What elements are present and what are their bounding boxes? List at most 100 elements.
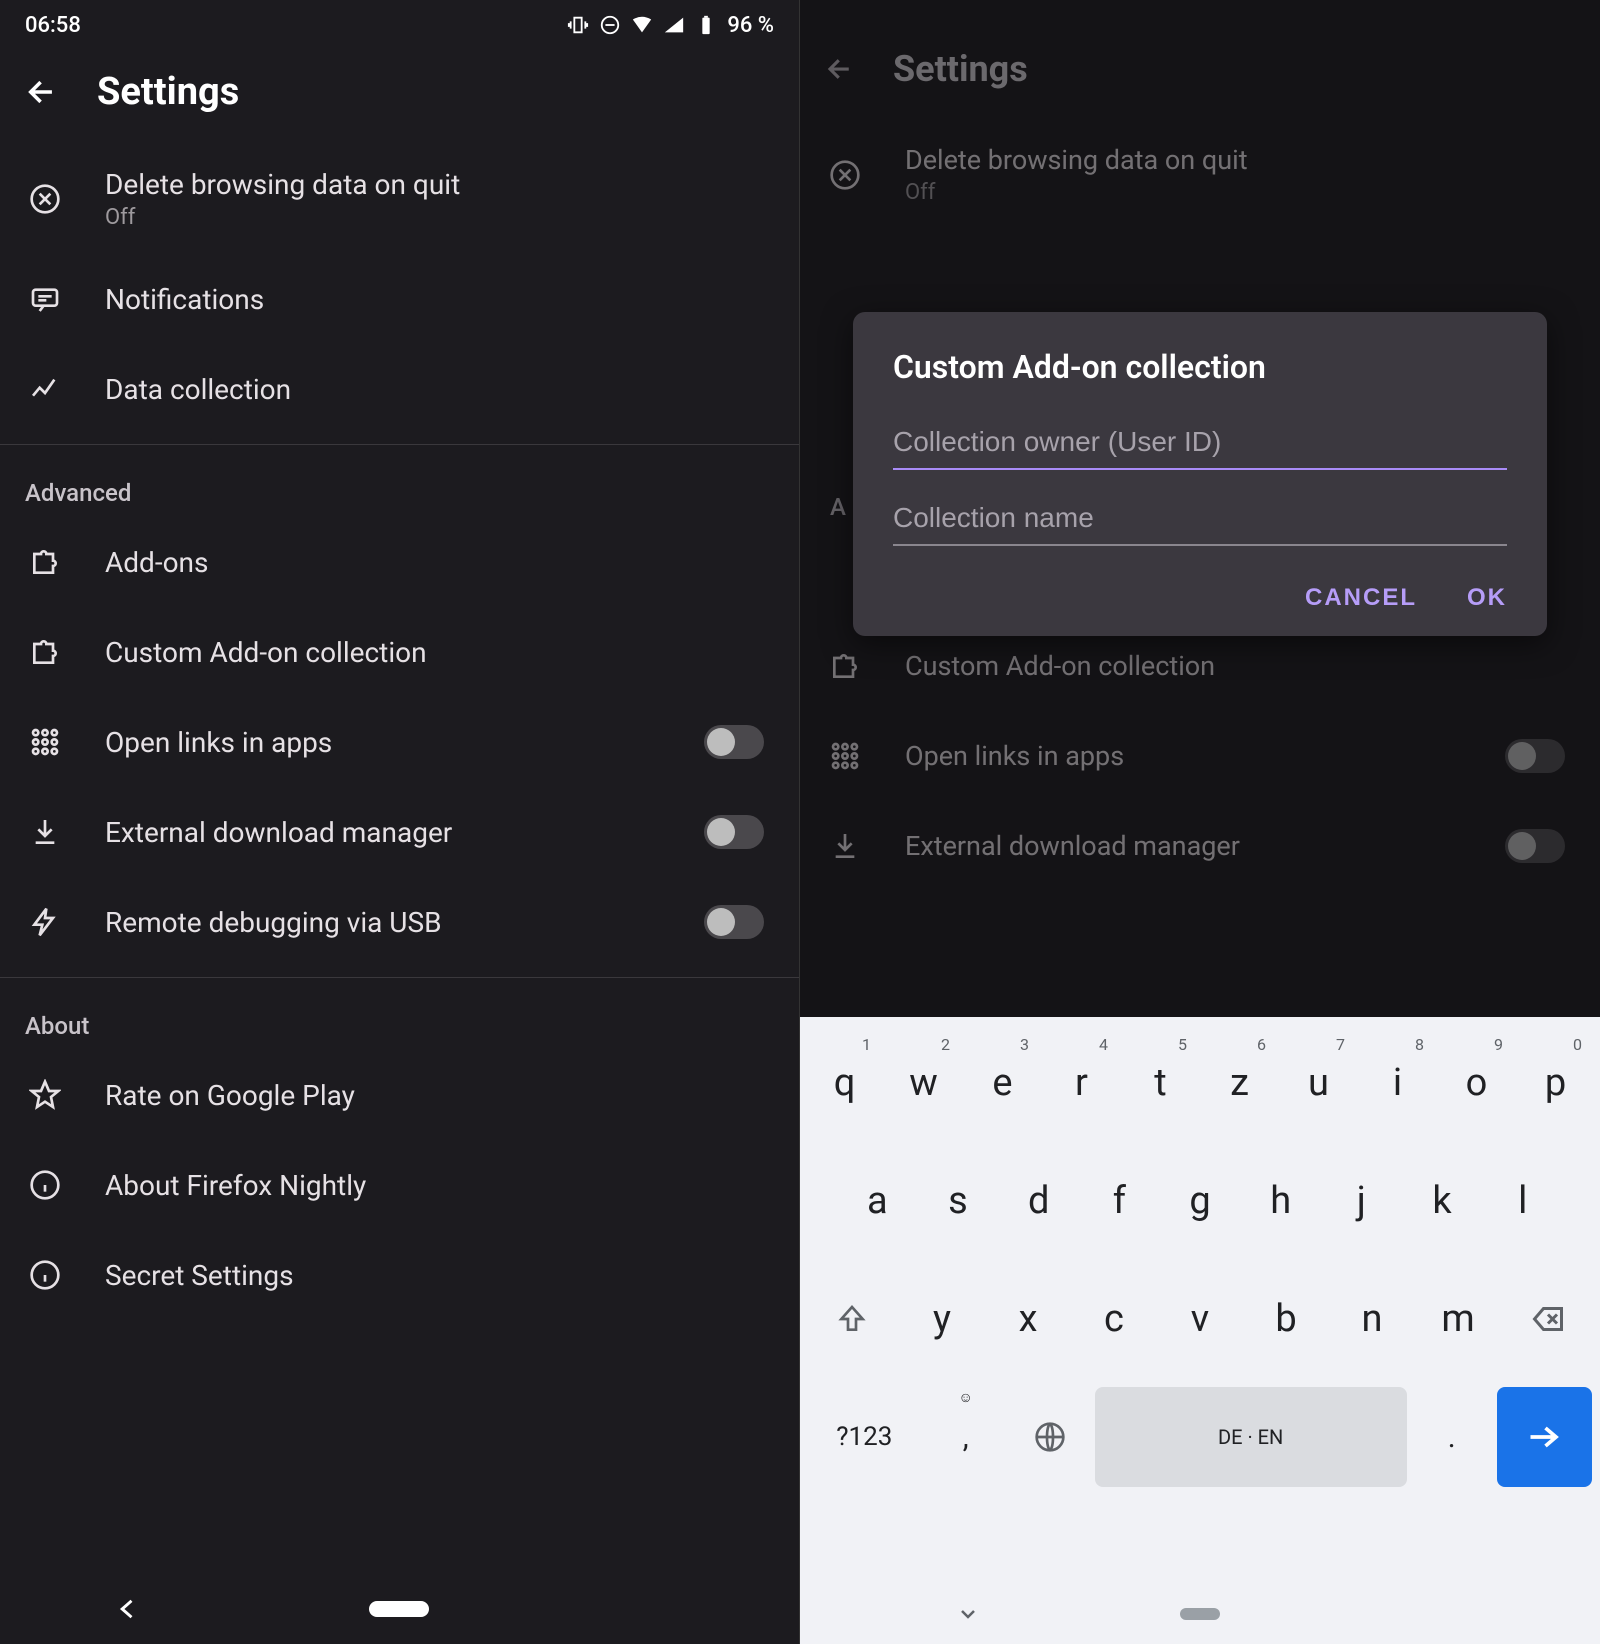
enter-icon [1526,1419,1562,1455]
key-p[interactable]: p0 [1519,1033,1592,1133]
vibrate-icon [567,14,589,36]
external-download-toggle[interactable] [1505,829,1565,863]
key-space[interactable]: DE · EN [1095,1387,1407,1487]
status-time: 06:58 [25,13,81,38]
collapse-kb-icon[interactable] [956,1602,980,1626]
shift-icon [836,1303,868,1335]
kb-row-2: asdfghjkl [808,1151,1592,1251]
key-a[interactable]: a [840,1151,915,1251]
page-title: Settings [893,48,1028,90]
signal-icon [663,14,685,36]
key-t[interactable]: t5 [1124,1033,1197,1133]
key-n[interactable]: n [1332,1269,1412,1369]
download-icon [829,830,861,862]
item-label: Open links in apps [105,726,664,759]
key-h[interactable]: h [1243,1151,1318,1251]
key-i[interactable]: i8 [1361,1033,1434,1133]
back-icon[interactable] [825,54,855,84]
kb-system-bar [800,1584,1600,1644]
lightning-icon [29,906,61,938]
key-m[interactable]: m [1418,1269,1498,1369]
custom-addon-collection-item[interactable]: Custom Add-on collection [0,607,799,697]
secret-settings-item[interactable]: Secret Settings [0,1230,799,1320]
wifi-icon [631,14,653,36]
external-download-item[interactable]: External download manager [800,801,1600,891]
key-e[interactable]: e3 [966,1033,1039,1133]
item-label: External download manager [105,816,664,849]
item-label: Rate on Google Play [105,1079,774,1112]
key-q[interactable]: q1 [808,1033,881,1133]
puzzle-icon [29,636,61,668]
key-b[interactable]: b [1246,1269,1326,1369]
kb-row-3: yxcvbnm [808,1269,1592,1369]
key-symbols[interactable]: ?123 [808,1387,921,1487]
item-label: Custom Add-on collection [905,650,1575,682]
key-x[interactable]: x [988,1269,1068,1369]
key-r[interactable]: r4 [1045,1033,1118,1133]
grid-icon [29,726,61,758]
open-links-item[interactable]: Open links in apps [0,697,799,787]
nav-home[interactable] [1180,1608,1220,1620]
collection-owner-input[interactable] [893,416,1507,470]
key-k[interactable]: k [1405,1151,1480,1251]
key-comma[interactable]: ☺, [927,1387,1005,1487]
key-backspace[interactable] [1504,1269,1592,1369]
key-globe[interactable] [1011,1387,1089,1487]
collection-name-input[interactable] [893,492,1507,546]
remote-debug-item[interactable]: Remote debugging via USB [0,877,799,967]
notifications-item[interactable]: Notifications [0,254,799,344]
ok-button[interactable]: OK [1467,584,1507,612]
key-y[interactable]: y [902,1269,982,1369]
back-icon[interactable] [25,75,59,109]
rate-item[interactable]: Rate on Google Play [0,1050,799,1140]
open-links-toggle[interactable] [1505,739,1565,773]
battery-percent: 96 % [727,13,774,38]
data-collection-item[interactable]: Data collection [0,344,799,434]
puzzle-icon [29,546,61,578]
item-label: External download manager [905,830,1465,862]
external-download-item[interactable]: External download manager [0,787,799,877]
section-about: About [0,988,799,1050]
key-enter[interactable] [1497,1387,1592,1487]
delete-browsing-data-item[interactable]: Delete browsing data on quit Off [0,144,799,254]
remote-debug-toggle[interactable] [704,905,764,939]
addons-item[interactable]: Add-ons [0,517,799,607]
dialog-title: Custom Add-on collection [893,348,1507,386]
key-z[interactable]: z6 [1203,1033,1276,1133]
item-label: About Firefox Nightly [105,1169,774,1202]
key-s[interactable]: s [921,1151,996,1251]
about-firefox-item[interactable]: About Firefox Nightly [0,1140,799,1230]
item-label: Secret Settings [105,1259,774,1292]
key-u[interactable]: u7 [1282,1033,1355,1133]
key-v[interactable]: v [1160,1269,1240,1369]
delete-browsing-data-item[interactable]: Delete browsing data on quit Off [800,120,1600,229]
key-w[interactable]: w2 [887,1033,960,1133]
key-d[interactable]: d [1001,1151,1076,1251]
info-icon [29,1259,61,1291]
external-download-toggle[interactable] [704,815,764,849]
key-period[interactable]: . [1413,1387,1491,1487]
cancel-button[interactable]: CANCEL [1305,584,1417,612]
open-links-toggle[interactable] [704,725,764,759]
key-o[interactable]: o9 [1440,1033,1513,1133]
key-shift[interactable] [808,1269,896,1369]
key-g[interactable]: g [1163,1151,1238,1251]
nav-back-icon[interactable] [114,1595,142,1623]
key-j[interactable]: j [1324,1151,1399,1251]
key-f[interactable]: f [1082,1151,1157,1251]
keyboard: q1w2e3r4t5z6u7i8o9p0 asdfghjkl yxcvbnm ?… [800,1017,1600,1644]
kb-row-1: q1w2e3r4t5z6u7i8o9p0 [808,1033,1592,1133]
system-nav [0,1574,799,1644]
star-icon [29,1079,61,1111]
key-c[interactable]: c [1074,1269,1154,1369]
nav-home[interactable] [369,1601,429,1617]
settings-dialog-screen: Settings Delete browsing data on quit Of… [800,0,1600,1644]
page-title: Settings [97,70,239,114]
globe-icon [1034,1421,1066,1453]
open-links-item[interactable]: Open links in apps [800,711,1600,801]
key-l[interactable]: l [1485,1151,1560,1251]
header: Settings [800,18,1600,120]
item-label: Data collection [105,373,774,406]
chart-line-icon [29,373,61,405]
item-label: Notifications [105,283,774,316]
